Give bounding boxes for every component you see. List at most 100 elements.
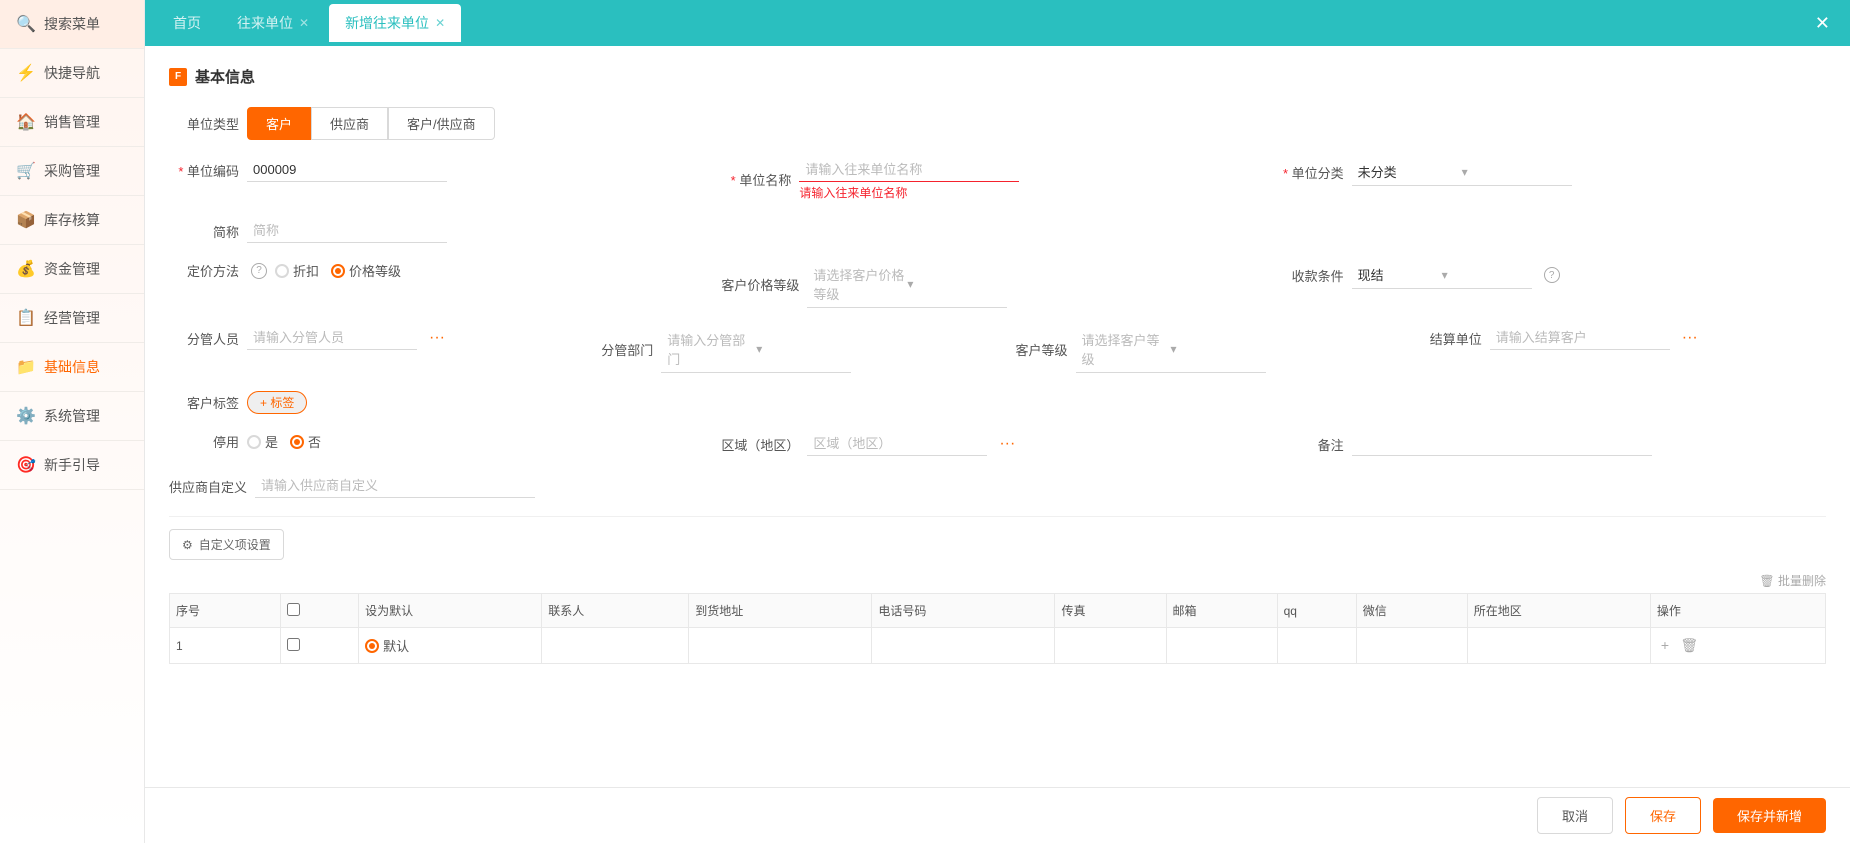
unit-type-btn-supplier[interactable]: 供应商 [311,107,388,140]
unit-type-btn-both[interactable]: 客户/供应商 [388,107,495,140]
row-contact [542,628,689,664]
supplier-custom-input[interactable] [255,474,535,498]
payment-terms-select[interactable]: 现结 ▾ [1352,261,1532,289]
folder-icon: 📁 [16,357,36,377]
search-icon: 🔍 [16,14,36,34]
unit-category-select[interactable]: 未分类 ▾ [1352,158,1572,186]
pricing-level-option[interactable]: 价格等级 [331,261,401,280]
lightning-icon: ⚡ [16,63,36,83]
sidebar-item-sales[interactable]: 🏠 销售管理 [0,98,144,147]
disabled-yes-option[interactable]: 是 [247,432,278,451]
region-more-icon[interactable]: ··· [995,435,1019,453]
customer-level-field: 客户等级 请选择客户等级 ▾ [998,326,1412,373]
tab-unit-list[interactable]: 往来单位 ✕ [221,4,325,42]
row-seq: 1 [170,628,281,664]
sidebar-item-label: 采购管理 [44,161,100,181]
row-add-action[interactable]: + [1657,635,1673,655]
col-seq: 序号 [170,594,281,628]
sidebar-item-label: 搜索菜单 [44,14,100,34]
tab-home[interactable]: 首页 [157,4,217,42]
pricing-discount-option[interactable]: 折扣 [275,261,319,280]
manager-input[interactable] [247,326,417,350]
col-region: 所在地区 [1467,594,1650,628]
cancel-button[interactable]: 取消 [1537,797,1613,834]
pricing-question-icon[interactable]: ? [251,263,267,279]
department-label: 分管部门 [583,340,653,359]
category-chevron-icon: ▾ [1462,165,1566,179]
money-icon: 💰 [16,259,36,279]
sidebar-item-system[interactable]: ⚙️ 系统管理 [0,392,144,441]
tag-row: 客户标签 + 标签 [169,391,1826,414]
short-name-label: 简称 [169,222,239,241]
save-button[interactable]: 保存 [1625,797,1701,834]
row-wechat [1356,628,1467,664]
col-address: 到货地址 [689,594,872,628]
window-close-button[interactable]: ✕ [1807,9,1838,38]
disabled-radio-group: 是 否 [247,432,321,451]
disabled-no-option[interactable]: 否 [290,432,321,451]
unit-type-btn-customer[interactable]: 客户 [247,107,311,140]
main-area: 首页 往来单位 ✕ 新增往来单位 ✕ ✕ F 基本信息 单位类型 客户 供应商 … [145,0,1850,843]
sidebar-item-purchase[interactable]: 🛒 采购管理 [0,147,144,196]
row-delete-action[interactable]: 🗑 [1676,635,1702,655]
disabled-row: 停用 是 否 区域（地区） ··· 备注 [169,432,1826,456]
table-row: 1 默认 [170,628,1826,664]
unit-code-input[interactable] [247,158,447,182]
customer-price-level-select[interactable]: 请选择客户价格等级 ▾ [807,261,1007,308]
col-email: 邮箱 [1166,594,1277,628]
pricing-row: 定价方法 ? 折扣 价格等级 客户价格等级 请选择客户价格等级 [169,261,1826,308]
bulk-delete-label[interactable]: 批量删除 [1778,574,1826,588]
customer-price-level-field: 客户价格等级 请选择客户价格等级 ▾ [721,261,1273,308]
sidebar-item-label: 系统管理 [44,406,100,426]
sidebar-item-guide[interactable]: 🎯 新手引导 [0,441,144,490]
row-address [689,628,872,664]
col-action: 操作 [1650,594,1825,628]
sidebar-item-finance[interactable]: 💰 资金管理 [0,245,144,294]
tab-unit-list-close[interactable]: ✕ [299,16,309,30]
code-name-category-row: 单位编码 单位名称 请输入往来单位名称 单位分类 未分类 ▾ [169,158,1826,201]
row-default-radio-item[interactable]: 默认 [365,636,535,655]
save-and-add-button[interactable]: 保存并新增 [1713,798,1826,833]
unit-name-field: 单位名称 请输入往来单位名称 [721,158,1273,201]
sidebar-item-basic-info[interactable]: 📁 基础信息 [0,343,144,392]
unit-code-field: 单位编码 [169,158,721,182]
guide-icon: 🎯 [16,455,36,475]
tab-new-unit-close[interactable]: ✕ [435,16,445,30]
add-tag-button[interactable]: + 标签 [247,391,307,414]
tab-home-label: 首页 [173,13,201,33]
sidebar-item-operation[interactable]: 📋 经营管理 [0,294,144,343]
unit-name-input[interactable] [799,158,1019,182]
payment-terms-value: 现结 [1358,265,1442,284]
sidebar-item-quick-nav[interactable]: ⚡ 快捷导航 [0,49,144,98]
row-phone [872,628,1055,664]
tab-new-unit[interactable]: 新增往来单位 ✕ [329,4,461,42]
col-fax: 传真 [1055,594,1166,628]
custom-settings-label: 自定义项设置 [199,536,271,553]
remark-field: 备注 [1274,432,1826,456]
remark-label: 备注 [1274,435,1344,454]
select-all-checkbox[interactable] [287,603,300,616]
sidebar-item-inventory[interactable]: 📦 库存核算 [0,196,144,245]
sidebar-item-label: 新手引导 [44,455,100,475]
department-field: 分管部门 请输入分管部门 ▾ [583,326,997,373]
cart-icon: 🛒 [16,161,36,181]
short-name-input[interactable] [247,219,447,243]
custom-settings-button[interactable]: ⚙ 自定义项设置 [169,529,284,560]
customer-level-select[interactable]: 请选择客户等级 ▾ [1076,326,1266,373]
row-default-label: 默认 [383,636,409,655]
settlement-input[interactable] [1490,326,1670,350]
department-select[interactable]: 请输入分管部门 ▾ [661,326,851,373]
home-icon: 🏠 [16,112,36,132]
unit-name-label: 单位名称 [721,170,791,189]
manager-more-icon[interactable]: ··· [425,329,449,347]
tab-bar: 首页 往来单位 ✕ 新增往来单位 ✕ ✕ [145,0,1850,46]
settlement-more-icon[interactable]: ··· [1678,329,1702,347]
row-select-checkbox[interactable] [287,638,300,651]
sidebar-item-search[interactable]: 🔍 搜索菜单 [0,0,144,49]
col-wechat: 微信 [1356,594,1467,628]
pricing-level-label: 价格等级 [349,261,401,280]
manager-row: 分管人员 ··· 分管部门 请输入分管部门 ▾ 客户等级 请选择客户等级 ▾ 结… [169,326,1826,373]
region-input[interactable] [807,432,987,456]
payment-question-icon[interactable]: ? [1544,267,1560,283]
remark-input[interactable] [1352,432,1652,456]
